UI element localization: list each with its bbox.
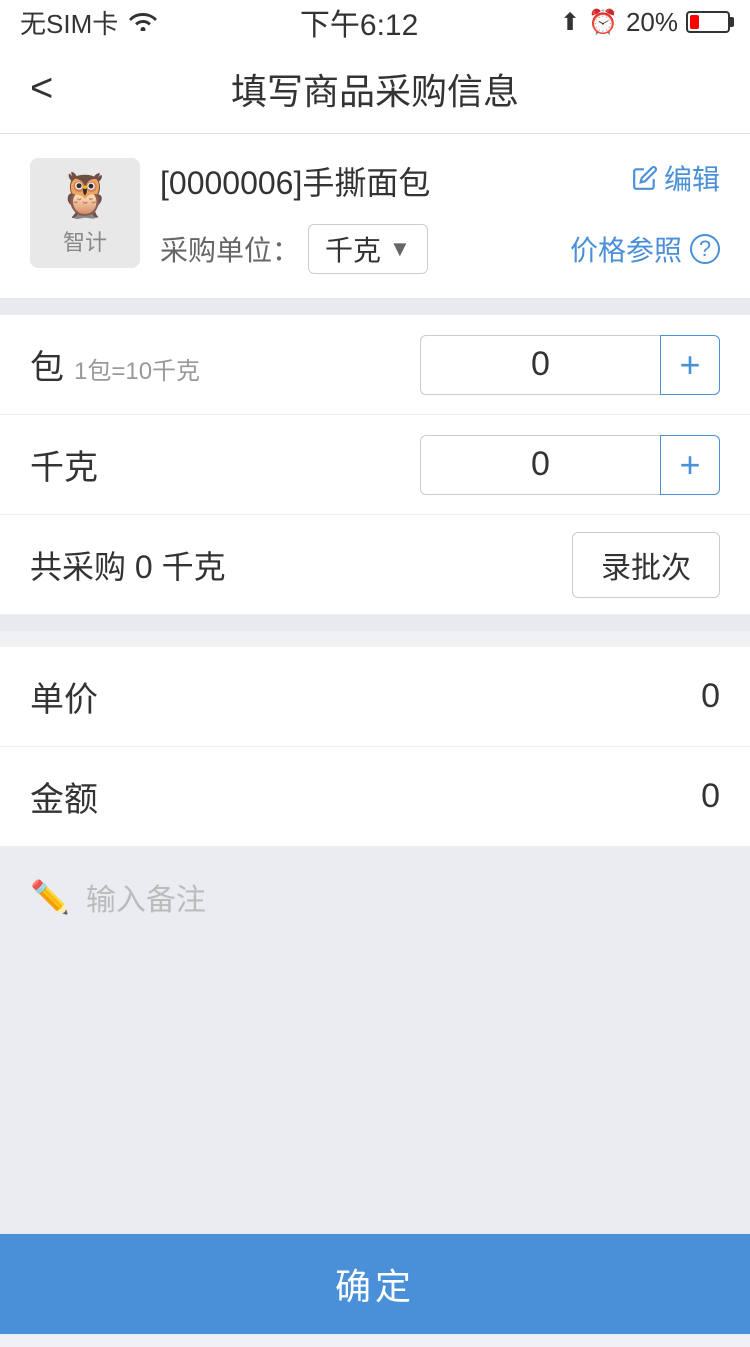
total-text: 共采购 0 千克 [30, 542, 226, 588]
pack-input[interactable]: 0 [420, 335, 660, 395]
product-name: [0000006]手撕面包 [160, 158, 632, 204]
pencil-icon: ✏️ [30, 878, 70, 916]
back-button[interactable]: < [30, 66, 53, 111]
kg-input-controls: 0 + [420, 435, 720, 495]
amount-value: 0 [701, 777, 720, 816]
section-divider-2 [0, 615, 750, 631]
product-img-label: 智计 [63, 225, 107, 257]
kg-input[interactable]: 0 [420, 435, 660, 495]
chevron-down-icon: ▼ [389, 236, 411, 262]
remark-placeholder: 输入备注 [86, 875, 206, 919]
bottom-filler [0, 947, 750, 1247]
product-unit-row: 采购单位： 千克 ▼ 价格参照 ? [160, 224, 720, 274]
pack-value: 0 [531, 345, 550, 384]
location-icon: ⬆ [560, 8, 580, 37]
unit-prefix-label: 采购单位： [160, 229, 300, 269]
product-img-icon: 🦉 [58, 169, 113, 221]
remark-section[interactable]: ✏️ 输入备注 [0, 847, 750, 947]
price-ref-button[interactable]: 价格参照 ? [570, 229, 720, 269]
alarm-icon: ⏰ [588, 8, 618, 37]
pack-sublabel: 1包=10千克 [74, 351, 200, 386]
nav-bar: < 填写商品采购信息 [0, 44, 750, 134]
battery-icon [686, 11, 730, 33]
confirm-label: 确定 [335, 1258, 415, 1310]
product-info: [0000006]手撕面包 编辑 采购单位： 千克 ▼ 价格参照 ? [160, 158, 720, 274]
amount-row: 金额 0 [0, 747, 750, 847]
section-divider-1 [0, 299, 750, 315]
price-section: 单价 0 金额 0 [0, 647, 750, 847]
status-bar: 无SIM卡 下午6:12 ⬆ ⏰ 20% [0, 0, 750, 44]
unit-value: 千克 [325, 229, 381, 269]
input-section: 包 1包=10千克 0 + 千克 0 + 共采购 0 千克 录批次 [0, 315, 750, 615]
confirm-button[interactable]: 确定 [0, 1234, 750, 1334]
wifi-icon [128, 7, 158, 38]
batch-button[interactable]: 录批次 [572, 532, 720, 598]
product-image: 🦉 智计 [30, 158, 140, 268]
page-title: 填写商品采购信息 [231, 63, 519, 115]
edit-button[interactable]: 编辑 [632, 158, 720, 198]
unit-price-value: 0 [701, 677, 720, 716]
question-icon: ? [690, 234, 720, 264]
kg-input-row: 千克 0 + [0, 415, 750, 515]
price-ref-label: 价格参照 [570, 229, 682, 269]
kg-value: 0 [531, 445, 550, 484]
status-time: 下午6:12 [300, 0, 418, 44]
unit-price-label: 单价 [30, 672, 98, 721]
kg-plus-button[interactable]: + [660, 435, 720, 495]
amount-label: 金额 [30, 772, 98, 821]
product-card: 🦉 智计 [0000006]手撕面包 编辑 采购单位： 千克 ▼ [0, 134, 750, 299]
kg-label: 千克 [30, 440, 98, 489]
unit-select[interactable]: 千克 ▼ [308, 224, 428, 274]
total-row: 共采购 0 千克 录批次 [0, 515, 750, 615]
pack-plus-button[interactable]: + [660, 335, 720, 395]
status-left: 无SIM卡 [20, 4, 158, 41]
pack-label: 包 [30, 340, 64, 389]
battery-percent: 20% [626, 7, 678, 38]
carrier-text: 无SIM卡 [20, 4, 118, 41]
status-right: ⬆ ⏰ 20% [560, 7, 730, 38]
pack-input-controls: 0 + [420, 335, 720, 395]
pack-input-row: 包 1包=10千克 0 + [0, 315, 750, 415]
product-header: [0000006]手撕面包 编辑 [160, 158, 720, 204]
unit-price-row: 单价 0 [0, 647, 750, 747]
